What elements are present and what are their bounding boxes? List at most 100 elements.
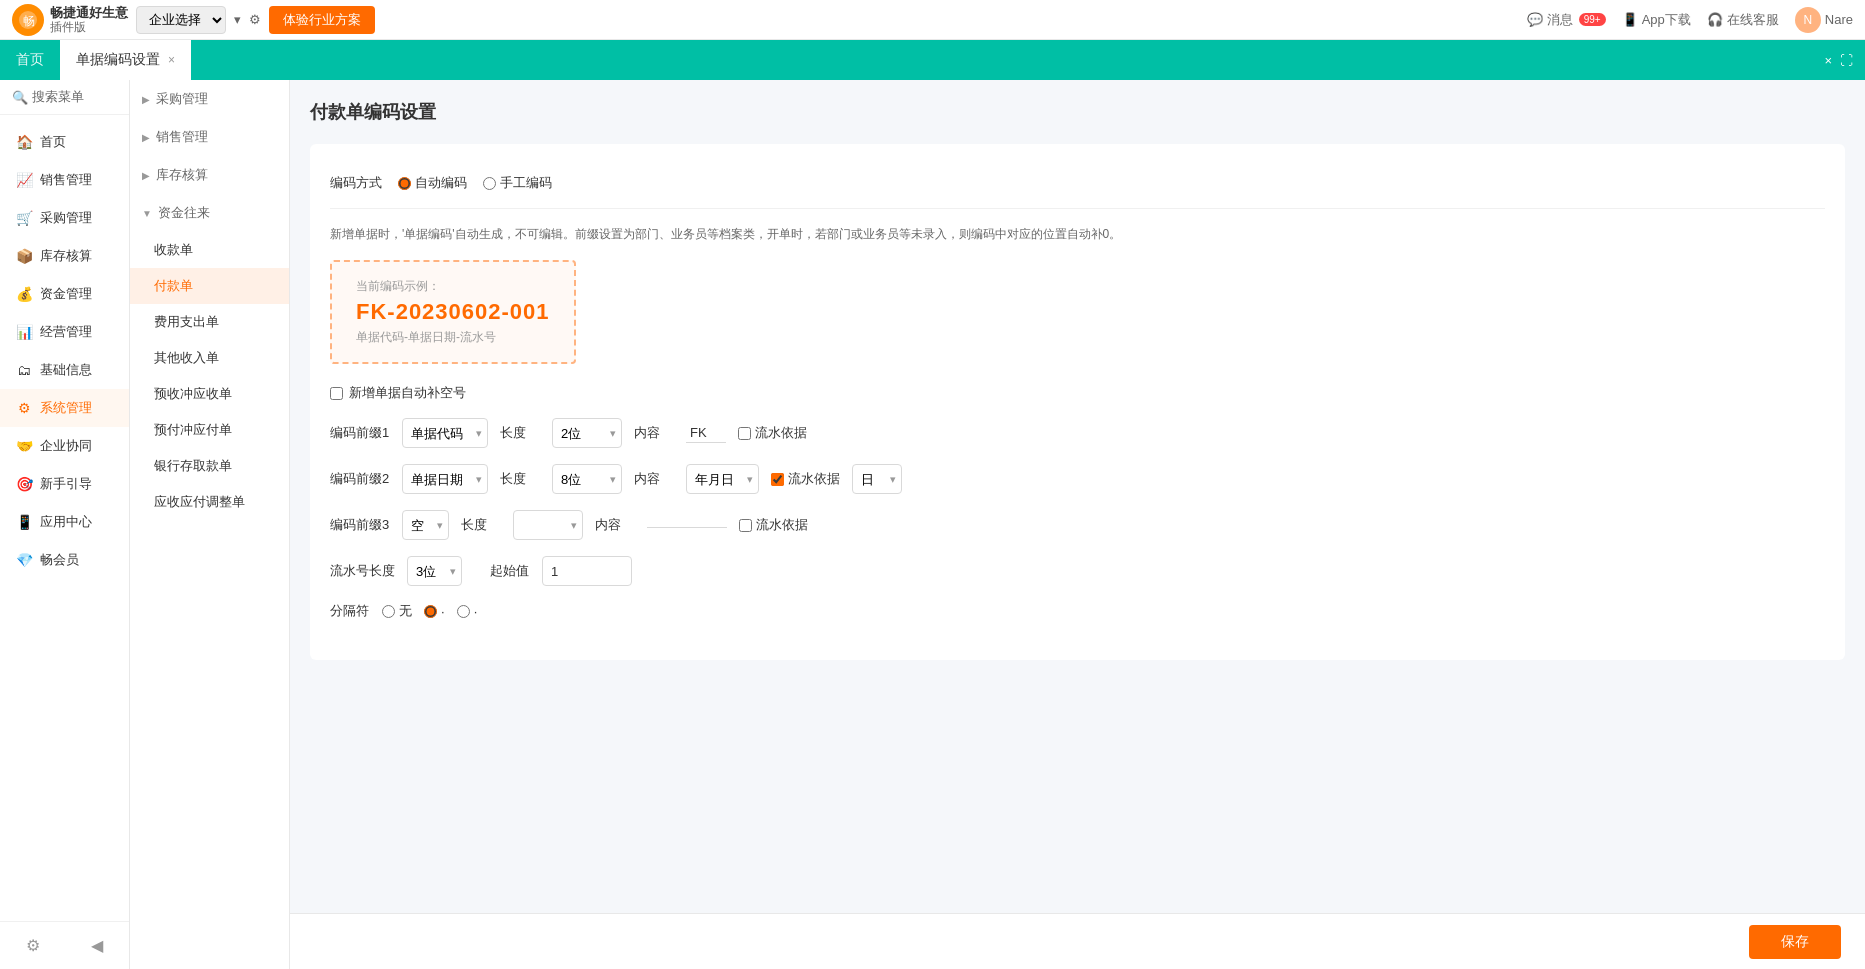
manual-encoding-radio[interactable] (483, 177, 496, 190)
tab-close-icon[interactable]: × (168, 53, 175, 67)
sales-icon: 📈 (16, 172, 32, 188)
prefix1-stream-check[interactable]: 流水依据 (738, 424, 807, 442)
prefix2-length-select[interactable]: 8位 (552, 464, 622, 494)
sidebar-item-enterprise[interactable]: 🤝 企业协同 (0, 427, 129, 465)
prefix2-select[interactable]: 单据日期 (402, 464, 488, 494)
prefix2-length-wrapper: 8位 (552, 464, 622, 494)
info-text: 新增单据时，'单据编码'自动生成，不可编辑。前缀设置为部门、业务员等档案类，开单… (330, 225, 1825, 244)
topbar: 畅 畅捷通好生意 插件版 企业选择 ▾ ⚙ 体验行业方案 💬 消息 99+ 📱 … (0, 0, 1865, 40)
sidebar-item-system[interactable]: ⚙ 系统管理 (0, 389, 129, 427)
prefix2-label: 编码前缀2 (330, 470, 390, 488)
sec-item-advance-receivable[interactable]: 预收冲应收单 (130, 376, 289, 412)
inventory-icon: 📦 (16, 248, 32, 264)
sidebar-item-home[interactable]: 🏠 首页 (0, 123, 129, 161)
sec-item-payment[interactable]: 付款单 (130, 268, 289, 304)
prefix2-stream-checkbox[interactable] (771, 473, 784, 486)
online-service-item[interactable]: 🎧 在线客服 (1707, 11, 1779, 29)
auto-fill-row: 新增单据自动补空号 (330, 384, 1825, 402)
sep-dot2-radio[interactable] (457, 605, 470, 618)
tab-encoding[interactable]: 单据编码设置 × (60, 40, 191, 80)
manual-encoding-option[interactable]: 手工编码 (483, 174, 552, 192)
prefix2-cycle-wrapper: 日 (852, 464, 902, 494)
sec-item-advance-payable[interactable]: 预付冲应付单 (130, 412, 289, 448)
message-icon: 💬 (1527, 12, 1543, 27)
sidebar-item-purchase[interactable]: 🛒 采购管理 (0, 199, 129, 237)
separator-row: 分隔符 无 · · (330, 602, 1825, 620)
bottom-collapse-icon[interactable]: ◀ (85, 930, 109, 961)
prefix3-stream-checkbox[interactable] (739, 519, 752, 532)
prefix3-select[interactable]: 空 (402, 510, 449, 540)
bottom-settings-icon[interactable]: ⚙ (20, 930, 46, 961)
prefix2-content-label: 内容 (634, 470, 674, 488)
sidebar-search[interactable]: 🔍 搜索菜单 (0, 80, 129, 115)
arrow-down-icon: ▼ (142, 208, 152, 219)
start-value-input[interactable] (542, 556, 632, 586)
sidebar-item-inventory[interactable]: 📦 库存核算 (0, 237, 129, 275)
sep-none-option[interactable]: 无 (382, 602, 412, 620)
sep-none-radio[interactable] (382, 605, 395, 618)
section-sales-header[interactable]: ▶ 销售管理 (130, 118, 289, 156)
main-layout: 🔍 搜索菜单 🏠 首页 📈 销售管理 🛒 采购管理 📦 库存核算 💰 (0, 80, 1865, 969)
arrow-right-icon3: ▶ (142, 170, 150, 181)
prefix3-stream-check[interactable]: 流水依据 (739, 516, 808, 534)
messages-item[interactable]: 💬 消息 99+ (1527, 11, 1606, 29)
serial-select-wrapper: 3位 (407, 556, 462, 586)
prefix2-stream-check[interactable]: 流水依据 (771, 470, 840, 488)
user-item[interactable]: N Nare (1795, 7, 1853, 33)
sec-item-bank[interactable]: 银行存取款单 (130, 448, 289, 484)
prefix2-select-wrapper: 单据日期 (402, 464, 488, 494)
prefix2-content-select[interactable]: 年月日 (686, 464, 759, 494)
tab-home[interactable]: 首页 (0, 40, 60, 80)
section-purchase-header[interactable]: ▶ 采购管理 (130, 80, 289, 118)
prefix1-select-wrapper: 单据代码 (402, 418, 488, 448)
enterprise-icon: 🤝 (16, 438, 32, 454)
prefix1-label: 编码前缀1 (330, 424, 390, 442)
sidebar-item-operations[interactable]: 📊 经营管理 (0, 313, 129, 351)
prefix3-select-wrapper: 空 (402, 510, 449, 540)
industry-button[interactable]: 体验行业方案 (269, 6, 375, 34)
prefix1-length-select[interactable]: 2位 (552, 418, 622, 448)
company-select[interactable]: 企业选择 (136, 6, 226, 34)
prefix1-stream-checkbox[interactable] (738, 427, 751, 440)
preview-label: 当前编码示例： (356, 278, 550, 295)
sep-dot2-option[interactable]: · (457, 604, 478, 619)
section-inventory-header[interactable]: ▶ 库存核算 (130, 156, 289, 194)
brand-icon: 畅 (12, 4, 44, 36)
sidebar-item-guide[interactable]: 🎯 新手引导 (0, 465, 129, 503)
prefix2-content-wrapper: 年月日 (686, 464, 759, 494)
prefix1-select[interactable]: 单据代码 (402, 418, 488, 448)
sidebar-nav: 🏠 首页 📈 销售管理 🛒 采购管理 📦 库存核算 💰 资金管理 📊 经 (0, 115, 129, 921)
sec-item-receipt[interactable]: 收款单 (130, 232, 289, 268)
auto-fill-checkbox[interactable] (330, 387, 343, 400)
window-close-icon[interactable]: × (1824, 53, 1832, 68)
sidebar-item-apps[interactable]: 📱 应用中心 (0, 503, 129, 541)
preview-code: FK-20230602-001 (356, 299, 550, 325)
sidebar-item-sales[interactable]: 📈 销售管理 (0, 161, 129, 199)
topbar-controls: 企业选择 ▾ ⚙ 体验行业方案 (136, 6, 375, 34)
prefix3-length-select[interactable] (513, 510, 583, 540)
prefix2-cycle-select[interactable]: 日 (852, 464, 902, 494)
sec-item-expense[interactable]: 费用支出单 (130, 304, 289, 340)
sec-item-other-income[interactable]: 其他收入单 (130, 340, 289, 376)
sep-dot-option[interactable]: · (424, 604, 445, 619)
sidebar-item-finance[interactable]: 💰 资金管理 (0, 275, 129, 313)
svg-text:畅: 畅 (23, 14, 35, 28)
app-download-item[interactable]: 📱 App下载 (1622, 11, 1691, 29)
sidebar-item-member[interactable]: 💎 畅会员 (0, 541, 129, 579)
section-purchase: ▶ 采购管理 (130, 80, 289, 118)
content-area: 付款单编码设置 编码方式 自动编码 手工编码 (290, 80, 1865, 913)
dropdown-arrow[interactable]: ▾ (234, 12, 241, 27)
serial-length-select[interactable]: 3位 (407, 556, 462, 586)
prefix2-row: 编码前缀2 单据日期 长度 8位 内容 (330, 464, 1825, 494)
sidebar-item-basic[interactable]: 🗂 基础信息 (0, 351, 129, 389)
serial-label: 流水号长度 (330, 562, 395, 580)
auto-encoding-radio[interactable] (398, 177, 411, 190)
auto-encoding-option[interactable]: 自动编码 (398, 174, 467, 192)
section-capital-header[interactable]: ▼ 资金往来 (130, 194, 289, 232)
encoding-method-row: 编码方式 自动编码 手工编码 (330, 164, 1825, 209)
settings-icon[interactable]: ⚙ (249, 12, 261, 27)
save-button[interactable]: 保存 (1749, 925, 1841, 959)
sep-dot-radio[interactable] (424, 605, 437, 618)
sec-item-adjust[interactable]: 应收应付调整单 (130, 484, 289, 520)
window-expand-icon[interactable]: ⛶ (1840, 53, 1853, 68)
